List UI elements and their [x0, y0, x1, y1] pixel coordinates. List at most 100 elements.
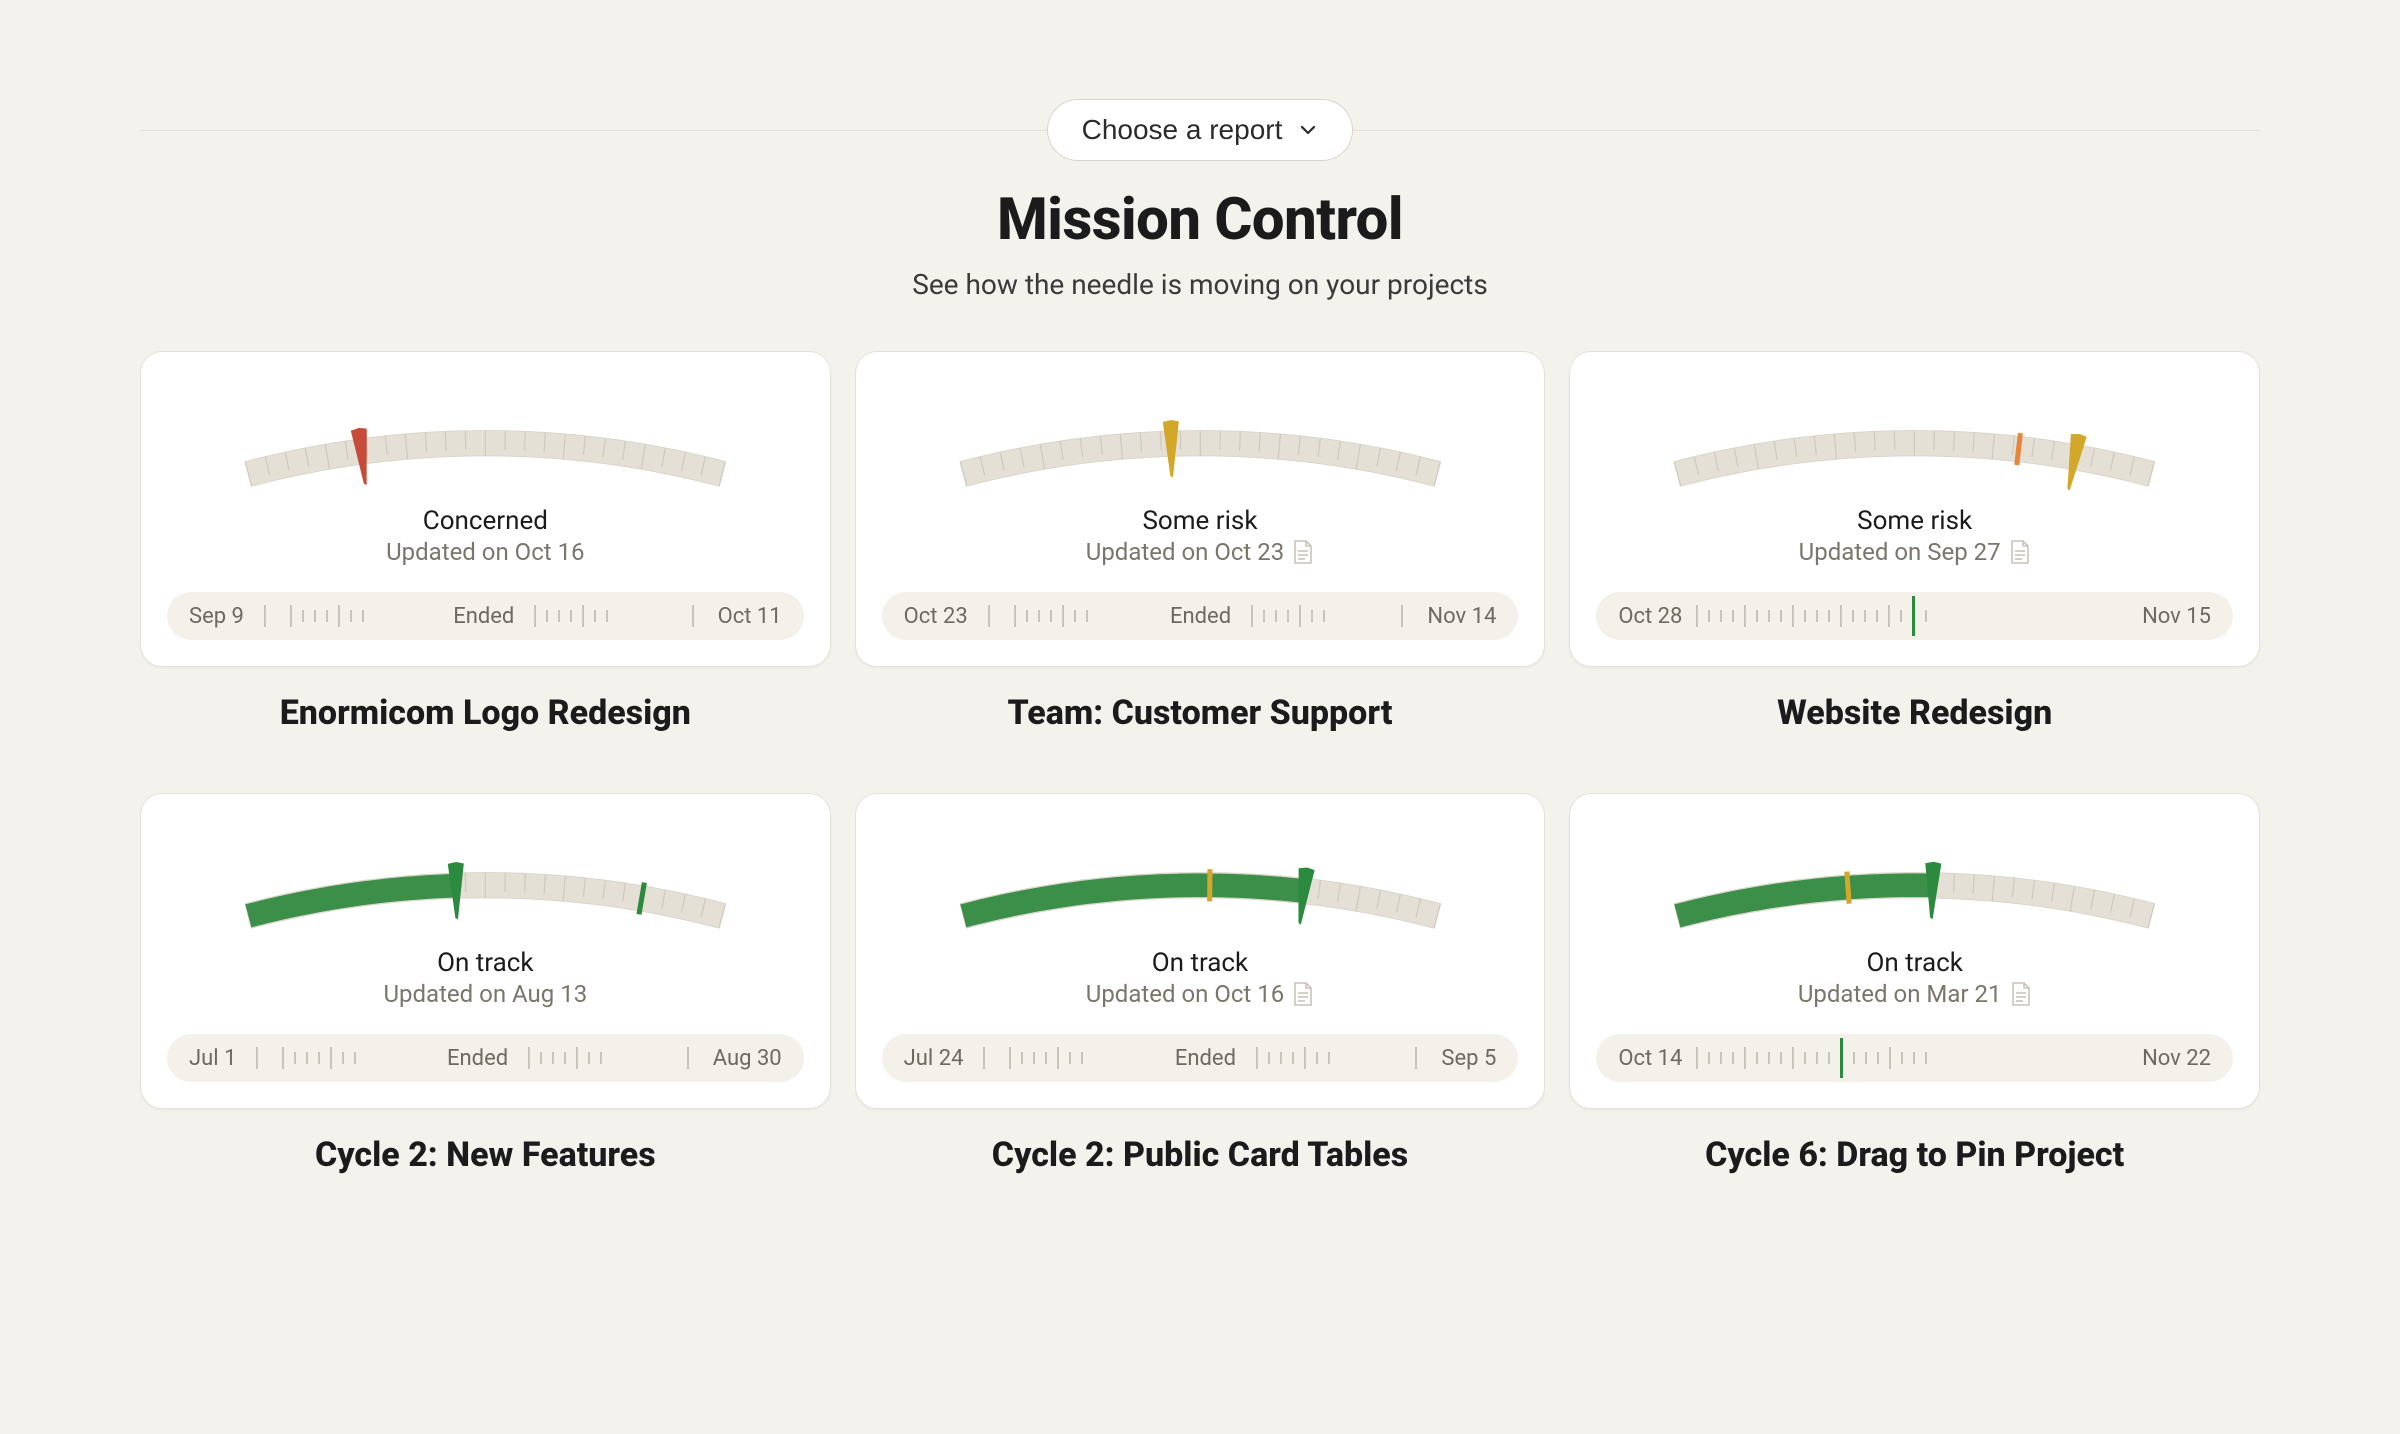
project-title[interactable]: Enormicom Logo Redesign — [280, 693, 691, 733]
project-cell: Concerned Updated on Oct 16 Sep 9EndedOc… — [140, 351, 831, 733]
timeline-bar: Sep 9EndedOct 11 — [167, 592, 804, 640]
timeline-end-date: Nov 15 — [2142, 604, 2211, 629]
timeline-tick — [1292, 1052, 1294, 1064]
timeline-tick — [318, 1052, 320, 1064]
updated-line: Updated on Mar 21 — [1798, 980, 2032, 1008]
timeline-tick — [687, 1047, 689, 1069]
timeline-tick — [294, 1052, 296, 1064]
timeline-today-marker — [1912, 596, 1915, 636]
timeline-today-marker — [1840, 1038, 1843, 1078]
status-label: Some risk — [882, 506, 1519, 536]
project-card[interactable]: Concerned Updated on Oct 16 Sep 9EndedOc… — [140, 351, 831, 667]
status-block: On track Updated on Mar 21 — [1596, 948, 2233, 1008]
project-title[interactable]: Team: Customer Support — [1008, 693, 1393, 733]
timeline-tick — [1901, 1052, 1903, 1064]
project-card[interactable]: On track Updated on Oct 16 Jul 24EndedSe… — [855, 793, 1546, 1109]
timeline-tick — [1756, 610, 1758, 622]
timeline-tick — [1780, 610, 1782, 622]
timeline-tick — [1021, 1052, 1023, 1064]
choose-report-label: Choose a report — [1082, 114, 1283, 146]
chevron-down-icon — [1298, 120, 1318, 140]
timeline-tick — [692, 605, 694, 627]
timeline-center-label: Ended — [447, 1046, 508, 1071]
timeline-tick — [558, 610, 560, 622]
timeline-tick — [1062, 605, 1064, 627]
timeline-start-date: Oct 23 — [904, 604, 968, 629]
timeline-end-date: Nov 22 — [2142, 1046, 2211, 1071]
timeline-tick — [1780, 1052, 1782, 1064]
timeline-tick — [264, 605, 266, 627]
timeline-tick — [540, 1052, 542, 1064]
timeline-tick — [1768, 1052, 1770, 1064]
timeline-tick — [1876, 610, 1878, 622]
updated-label: Updated on Oct 23 — [1086, 538, 1284, 566]
updated-label: Updated on Oct 16 — [1086, 980, 1284, 1008]
project-title[interactable]: Cycle 2: Public Card Tables — [992, 1135, 1408, 1175]
timeline-center-label: Ended — [453, 604, 514, 629]
timeline-start-date: Jul 24 — [904, 1046, 964, 1071]
project-cell: On track Updated on Mar 21 Oct 14Nov 22 … — [1569, 793, 2260, 1175]
updated-line: Updated on Sep 27 — [1799, 538, 2031, 566]
status-block: On track Updated on Oct 16 — [882, 948, 1519, 1008]
timeline-tick — [1280, 1052, 1282, 1064]
timeline-tick — [1696, 1047, 1698, 1069]
timeline-tick — [1328, 1052, 1330, 1064]
project-card[interactable]: On track Updated on Aug 13 Jul 1EndedAug… — [140, 793, 831, 1109]
status-label: Some risk — [1596, 506, 2233, 536]
timeline-tick — [1732, 610, 1734, 622]
timeline-tick — [1311, 610, 1313, 622]
timeline-tick — [362, 610, 364, 622]
progress-gauge — [1596, 826, 2233, 936]
project-title[interactable]: Website Redesign — [1777, 693, 2052, 733]
timeline-start-date: Jul 1 — [189, 1046, 236, 1071]
updated-label: Updated on Sep 27 — [1799, 538, 2001, 566]
timeline-tick — [350, 610, 352, 622]
progress-gauge — [167, 826, 804, 936]
choose-report-dropdown[interactable]: Choose a report — [1047, 99, 1354, 161]
cards-grid: Concerned Updated on Oct 16 Sep 9EndedOc… — [140, 351, 2260, 1175]
timeline-bar: Jul 24EndedSep 5 — [882, 1034, 1519, 1082]
project-title[interactable]: Cycle 6: Drag to Pin Project — [1705, 1135, 2124, 1175]
timeline-tick — [1401, 605, 1403, 627]
timeline-tick — [1816, 610, 1818, 622]
timeline-tick — [1756, 1052, 1758, 1064]
timeline-tick — [1275, 610, 1277, 622]
timeline-tick — [1304, 1047, 1306, 1069]
timeline-tick — [1074, 610, 1076, 622]
note-icon — [2009, 539, 2031, 565]
status-block: Some risk Updated on Oct 23 — [882, 506, 1519, 566]
timeline-tick — [1853, 1052, 1855, 1064]
timeline-bar: Oct 23EndedNov 14 — [882, 592, 1519, 640]
timeline-tick — [552, 1052, 554, 1064]
timeline-tick — [354, 1052, 356, 1064]
project-title[interactable]: Cycle 2: New Features — [315, 1135, 656, 1175]
project-cell: On track Updated on Aug 13 Jul 1EndedAug… — [140, 793, 831, 1175]
progress-gauge — [882, 384, 1519, 494]
timeline-tick — [1415, 1047, 1417, 1069]
project-card[interactable]: On track Updated on Mar 21 Oct 14Nov 22 — [1569, 793, 2260, 1109]
timeline-tick — [1081, 1052, 1083, 1064]
timeline-tick — [1696, 605, 1698, 627]
project-card[interactable]: Some risk Updated on Oct 23 Oct 23EndedN… — [855, 351, 1546, 667]
timeline-end-date: Nov 14 — [1427, 604, 1496, 629]
timeline-end-date: Oct 11 — [718, 604, 782, 629]
timeline-tick — [302, 610, 304, 622]
timeline-tick — [1263, 610, 1265, 622]
timeline-tick — [1925, 610, 1927, 622]
timeline-tick — [1768, 610, 1770, 622]
timeline-tick — [1816, 1052, 1818, 1064]
updated-line: Updated on Aug 13 — [383, 980, 587, 1008]
timeline-tick — [1852, 610, 1854, 622]
project-card[interactable]: Some risk Updated on Sep 27 Oct 28Nov 15 — [1569, 351, 2260, 667]
timeline-tick — [582, 605, 584, 627]
status-label: Concerned — [167, 506, 804, 536]
page-subtitle: See how the needle is moving on your pro… — [140, 268, 2260, 301]
updated-line: Updated on Oct 16 — [386, 538, 584, 566]
timeline-end-date: Aug 30 — [713, 1046, 782, 1071]
timeline-tick — [1828, 610, 1830, 622]
timeline-tick — [1720, 1052, 1722, 1064]
status-label: On track — [1596, 948, 2233, 978]
timeline-tick — [1057, 1047, 1059, 1069]
updated-line: Updated on Oct 23 — [1086, 538, 1314, 566]
timeline-tick — [1256, 1047, 1258, 1069]
